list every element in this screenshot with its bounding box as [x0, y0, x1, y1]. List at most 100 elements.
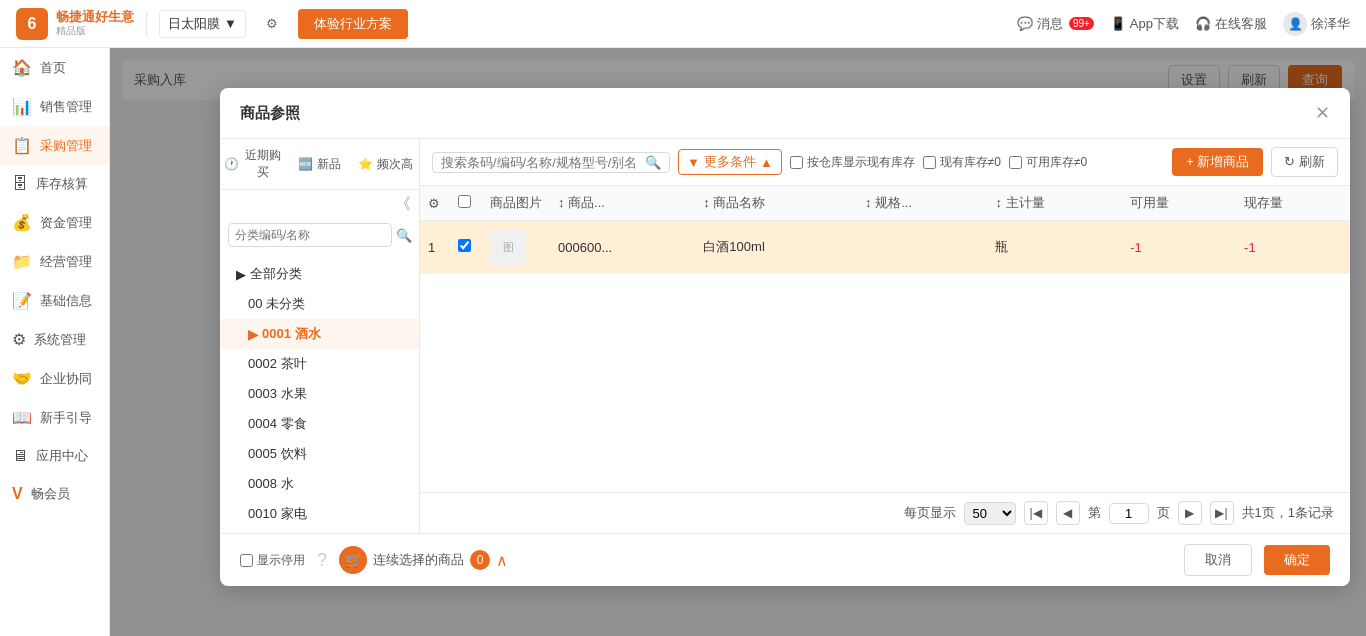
col-code-header[interactable]: ↕ 商品...: [550, 186, 695, 221]
collapse-left-btn[interactable]: 《: [395, 194, 411, 215]
settings-icon[interactable]: ⚙: [258, 10, 286, 38]
user-avatar: 👤: [1283, 12, 1307, 36]
tree-item-appliance[interactable]: 0010 家电: [220, 499, 419, 529]
sidebar-item-home[interactable]: 🏠 首页: [0, 48, 109, 87]
sidebar-item-inventory[interactable]: 🗄 库存核算: [0, 165, 109, 203]
per-page-select[interactable]: 50 20 100: [964, 502, 1016, 525]
last-page-btn[interactable]: ▶|: [1210, 501, 1234, 525]
sidebar-item-collab[interactable]: 🤝 企业协同: [0, 359, 109, 398]
tree-label-liquor: 0001 酒水: [262, 325, 321, 343]
cart-icon[interactable]: 🛒: [339, 546, 367, 574]
col-unit-header[interactable]: ↕ 主计量: [987, 186, 1122, 221]
tree-item-fruit[interactable]: 0003 水果: [220, 379, 419, 409]
tree-item-water[interactable]: 0008 水: [220, 469, 419, 499]
nav-msg[interactable]: 💬 消息 99+: [1017, 15, 1094, 33]
table-row[interactable]: 1 图 000600...: [420, 221, 1350, 274]
checkbox-warehouse-input[interactable]: [790, 156, 803, 169]
tree-item-snack[interactable]: 0004 零食: [220, 409, 419, 439]
row-img-cell: 图: [482, 221, 550, 274]
col-name-header[interactable]: ↕ 商品名称: [695, 186, 857, 221]
col-img-header: 商品图片: [482, 186, 550, 221]
tree-item-uncategorized[interactable]: 00 未分类: [220, 289, 419, 319]
nav-user[interactable]: 👤 徐泽华: [1283, 12, 1350, 36]
category-search-icon[interactable]: 🔍: [396, 228, 412, 243]
product-table-area: ⚙ 商品图片 ↕ 商品... ↕ 商品名称: [420, 186, 1350, 492]
new-icon: 🆕: [298, 157, 313, 171]
star-icon: ⭐: [358, 157, 373, 171]
checkbox-stock-nonzero[interactable]: 现有库存≠0: [923, 154, 1001, 171]
tree-label-fruit: 0003 水果: [248, 385, 307, 403]
tree-item-drink[interactable]: 0005 饮料: [220, 439, 419, 469]
sales-icon: 📊: [12, 97, 32, 116]
confirm-btn[interactable]: 确定: [1264, 545, 1330, 575]
nav-right: 💬 消息 99+ 📱 App下载 🎧 在线客服 👤 徐泽华: [1017, 12, 1350, 36]
modal-body: 🕐 近期购买 🆕 新品 ⭐ 频次高 《: [220, 139, 1350, 533]
checkbox-warehouse[interactable]: 按仓库显示现有库存: [790, 154, 915, 171]
inventory-icon: 🗄: [12, 175, 28, 193]
row-available: -1: [1122, 221, 1236, 274]
row-checkbox[interactable]: [458, 239, 471, 252]
show-disabled-checkbox[interactable]: [240, 554, 253, 567]
sidebar-item-vip[interactable]: V 畅会员: [0, 475, 109, 513]
sidebar-item-business[interactable]: 📁 经营管理: [0, 242, 109, 281]
checkbox-available-input[interactable]: [1009, 156, 1022, 169]
row-name: 白酒100ml: [695, 221, 857, 274]
sidebar-label-inventory: 库存核算: [36, 175, 88, 193]
checkbox-stock-input[interactable]: [923, 156, 936, 169]
prev-page-btn[interactable]: ◀: [1056, 501, 1080, 525]
left-tabs: 🕐 近期购买 🆕 新品 ⭐ 频次高: [220, 139, 419, 190]
per-page-label: 每页显示: [904, 504, 956, 522]
tab-frequent[interactable]: ⭐ 频次高: [353, 139, 419, 189]
filter-btn[interactable]: ▼ 更多条件 ▲: [678, 149, 782, 175]
add-product-btn[interactable]: + 新增商品: [1172, 148, 1263, 176]
nav-app[interactable]: 📱 App下载: [1110, 15, 1179, 33]
help-icon[interactable]: ?: [317, 550, 327, 571]
cancel-btn[interactable]: 取消: [1184, 544, 1252, 576]
col-spec-header[interactable]: ↕ 规格...: [857, 186, 987, 221]
sidebar-item-sales[interactable]: 📊 销售管理: [0, 87, 109, 126]
modal-close-btn[interactable]: ✕: [1315, 102, 1330, 124]
search-magnify-icon[interactable]: 🔍: [645, 155, 661, 170]
tree-label-uncategorized: 00 未分类: [248, 295, 305, 313]
collapse-footer-btn[interactable]: ∧: [496, 551, 508, 570]
sidebar-item-system[interactable]: ⚙ 系统管理: [0, 320, 109, 359]
col-available-header[interactable]: 可用量: [1122, 186, 1236, 221]
nav-dropdown-label: 日太阳膜: [168, 15, 220, 33]
sidebar-item-guide[interactable]: 📖 新手引导: [0, 398, 109, 437]
tab-recent[interactable]: 🕐 近期购买: [220, 139, 286, 189]
tree-item-all[interactable]: ▶ 全部分类: [220, 259, 419, 289]
checkbox-available-nonzero[interactable]: 可用库存≠0: [1009, 154, 1087, 171]
select-all-checkbox[interactable]: [458, 195, 471, 208]
checkbox-warehouse-label: 按仓库显示现有库存: [807, 154, 915, 171]
sidebar-label-home: 首页: [40, 59, 66, 77]
content-area: 采购入库 设置 刷新 查询 商品参照 ✕: [110, 48, 1366, 636]
vip-icon: V: [12, 485, 23, 503]
nav-divider: [146, 12, 147, 36]
tree-item-liquor[interactable]: ▶ 0001 酒水: [220, 319, 419, 349]
sidebar-item-finance[interactable]: 💰 资金管理: [0, 203, 109, 242]
sidebar-item-purchase[interactable]: 📋 采购管理: [0, 126, 109, 165]
page-input[interactable]: [1109, 503, 1149, 524]
col-stock-header[interactable]: 现存量: [1236, 186, 1350, 221]
modal-title: 商品参照: [240, 104, 300, 123]
nav-service[interactable]: 🎧 在线客服: [1195, 15, 1267, 33]
show-disabled-label[interactable]: 显示停用: [240, 552, 305, 569]
tab-new[interactable]: 🆕 新品: [286, 139, 352, 189]
message-icon: 💬: [1017, 16, 1033, 31]
category-search-input[interactable]: [228, 223, 392, 247]
headset-icon: 🎧: [1195, 16, 1211, 31]
arrow-icon-liquor: ▶: [248, 327, 258, 342]
sidebar-label-finance: 资金管理: [40, 214, 92, 232]
first-page-btn[interactable]: |◀: [1024, 501, 1048, 525]
nav-dropdown[interactable]: 日太阳膜 ▼: [159, 10, 246, 38]
tree-item-tea[interactable]: 0002 茶叶: [220, 349, 419, 379]
exp-btn[interactable]: 体验行业方案: [298, 9, 408, 39]
refresh-btn[interactable]: ↻ 刷新: [1271, 147, 1338, 177]
product-table: ⚙ 商品图片 ↕ 商品... ↕ 商品名称: [420, 186, 1350, 274]
product-search-input[interactable]: [441, 155, 641, 170]
sidebar-item-apps[interactable]: 🖥 应用中心: [0, 437, 109, 475]
col-settings[interactable]: ⚙: [420, 186, 450, 221]
table-header-row: ⚙ 商品图片 ↕ 商品... ↕ 商品名称: [420, 186, 1350, 221]
sidebar-item-basic[interactable]: 📝 基础信息: [0, 281, 109, 320]
next-page-btn[interactable]: ▶: [1178, 501, 1202, 525]
